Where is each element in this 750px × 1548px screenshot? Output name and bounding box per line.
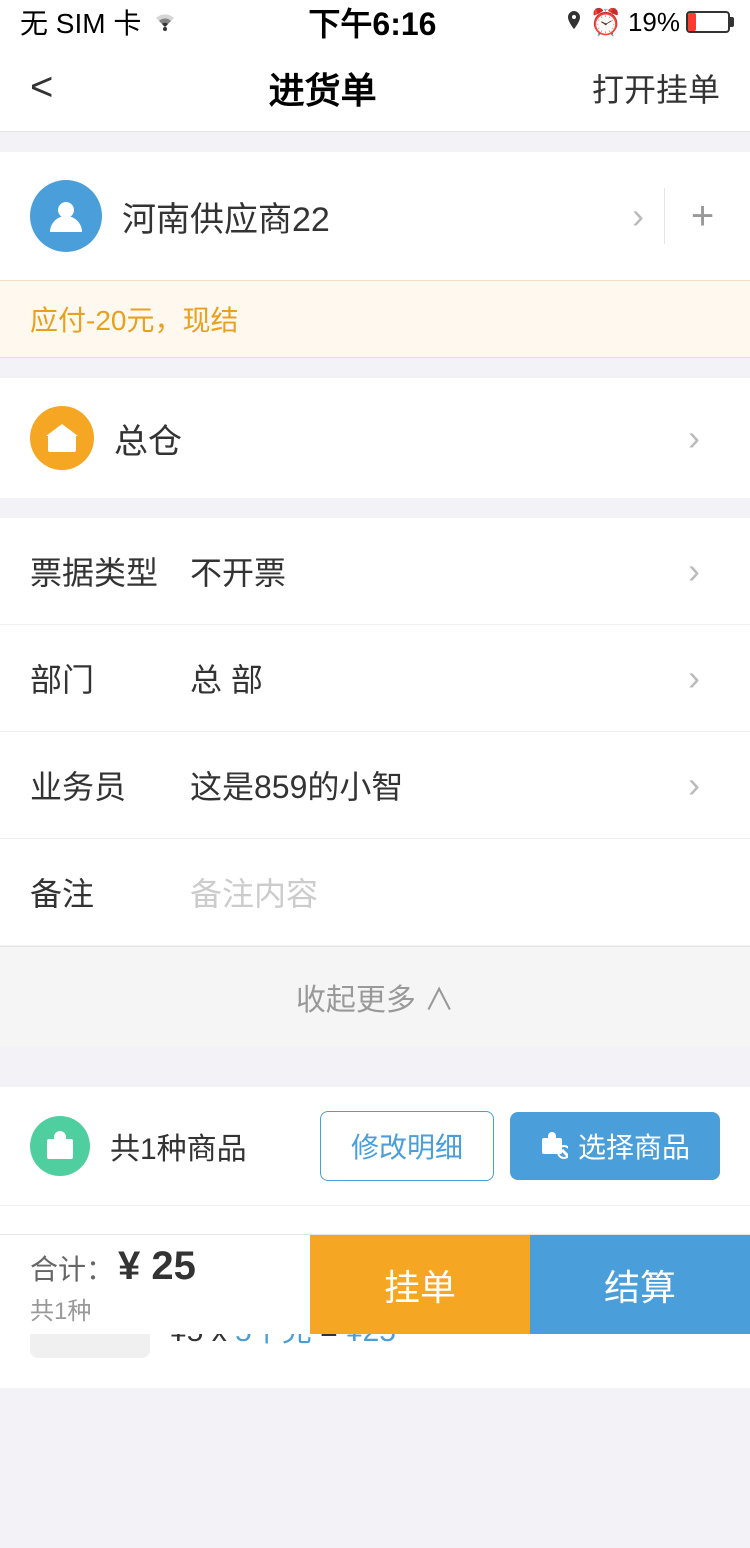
hang-order-button[interactable]: 挂单 xyxy=(310,1235,530,1334)
nav-bar: < 进货单 打开挂单 xyxy=(0,44,750,132)
warning-banner: 应付-20元，现结 xyxy=(0,280,750,358)
product-icon xyxy=(30,1116,90,1176)
staff-row[interactable]: 业务员 这是859的小智 › xyxy=(0,732,750,839)
status-bar: 无 SIM 卡 下午6:16 ⏰ 19% xyxy=(0,0,750,44)
warehouse-icon xyxy=(30,406,94,470)
total-label: 合计： xyxy=(30,1248,114,1288)
remark-row[interactable]: 备注 备注内容 xyxy=(0,839,750,946)
staff-label: 业务员 xyxy=(30,762,160,808)
chevron-right-icon: › xyxy=(688,417,700,459)
remark-input[interactable]: 备注内容 xyxy=(160,869,720,915)
select-product-button[interactable]: 选择商品 xyxy=(510,1112,720,1180)
battery-text: 19% xyxy=(628,7,680,38)
battery-icon xyxy=(686,11,730,33)
dept-label: 部门 xyxy=(30,655,160,701)
status-time: 下午6:16 xyxy=(308,0,436,45)
supplier-row[interactable]: 河南供应商22 › + xyxy=(0,152,750,280)
spacer-1 xyxy=(0,132,750,152)
dept-value: 总 部 xyxy=(160,655,688,701)
total-count: 共1种 xyxy=(30,1291,280,1326)
location-icon xyxy=(564,7,584,38)
warehouse-row[interactable]: 总仓 › xyxy=(0,378,750,498)
form-section: 票据类型 不开票 › 部门 总 部 › 业务员 这是859的小智 › 备注 备注… xyxy=(0,518,750,1047)
page-title: 进货单 xyxy=(269,62,377,114)
invoice-label: 票据类型 xyxy=(30,548,160,594)
dept-row[interactable]: 部门 总 部 › xyxy=(0,625,750,732)
select-product-label: 选择商品 xyxy=(578,1126,690,1166)
chevron-right-icon: › xyxy=(688,657,700,699)
bottom-spacer xyxy=(0,1408,750,1448)
warehouse-name: 总仓 xyxy=(114,414,688,463)
collapse-button[interactable]: 收起更多 ∧ xyxy=(0,946,750,1047)
modify-detail-button[interactable]: 修改明细 xyxy=(320,1111,494,1181)
wifi-icon xyxy=(149,6,181,38)
chevron-right-icon: › xyxy=(632,195,644,237)
invoice-type-row[interactable]: 票据类型 不开票 › xyxy=(0,518,750,625)
avatar xyxy=(30,180,102,252)
add-supplier-button[interactable]: + xyxy=(664,188,720,244)
status-right: ⏰ 19% xyxy=(564,7,730,38)
product-header: 共1种商品 修改明细 选择商品 xyxy=(0,1087,750,1206)
spacer-2 xyxy=(0,1067,750,1087)
settle-button[interactable]: 结算 xyxy=(530,1235,750,1334)
carrier-text: 无 SIM 卡 xyxy=(20,2,141,42)
total-amount: ¥ 25 xyxy=(118,1244,196,1289)
total-section: 合计： ¥ 25 共1种 xyxy=(0,1235,310,1334)
open-pending-button[interactable]: 打开挂单 xyxy=(592,65,720,111)
back-button[interactable]: < xyxy=(30,65,53,110)
invoice-value: 不开票 xyxy=(160,548,688,594)
staff-value: 这是859的小智 xyxy=(160,762,688,808)
chevron-right-icon: › xyxy=(688,764,700,806)
alarm-icon: ⏰ xyxy=(590,7,622,38)
remark-label: 备注 xyxy=(30,869,160,915)
supplier-section: 河南供应商22 › + 应付-20元，现结 xyxy=(0,152,750,358)
bottom-bar: 合计： ¥ 25 共1种 挂单 结算 xyxy=(0,1234,750,1334)
product-count-label: 共1种商品 xyxy=(110,1124,320,1168)
supplier-name: 河南供应商22 xyxy=(122,192,632,241)
chevron-right-icon: › xyxy=(688,550,700,592)
warehouse-section[interactable]: 总仓 › xyxy=(0,378,750,498)
status-left: 无 SIM 卡 xyxy=(20,2,181,42)
